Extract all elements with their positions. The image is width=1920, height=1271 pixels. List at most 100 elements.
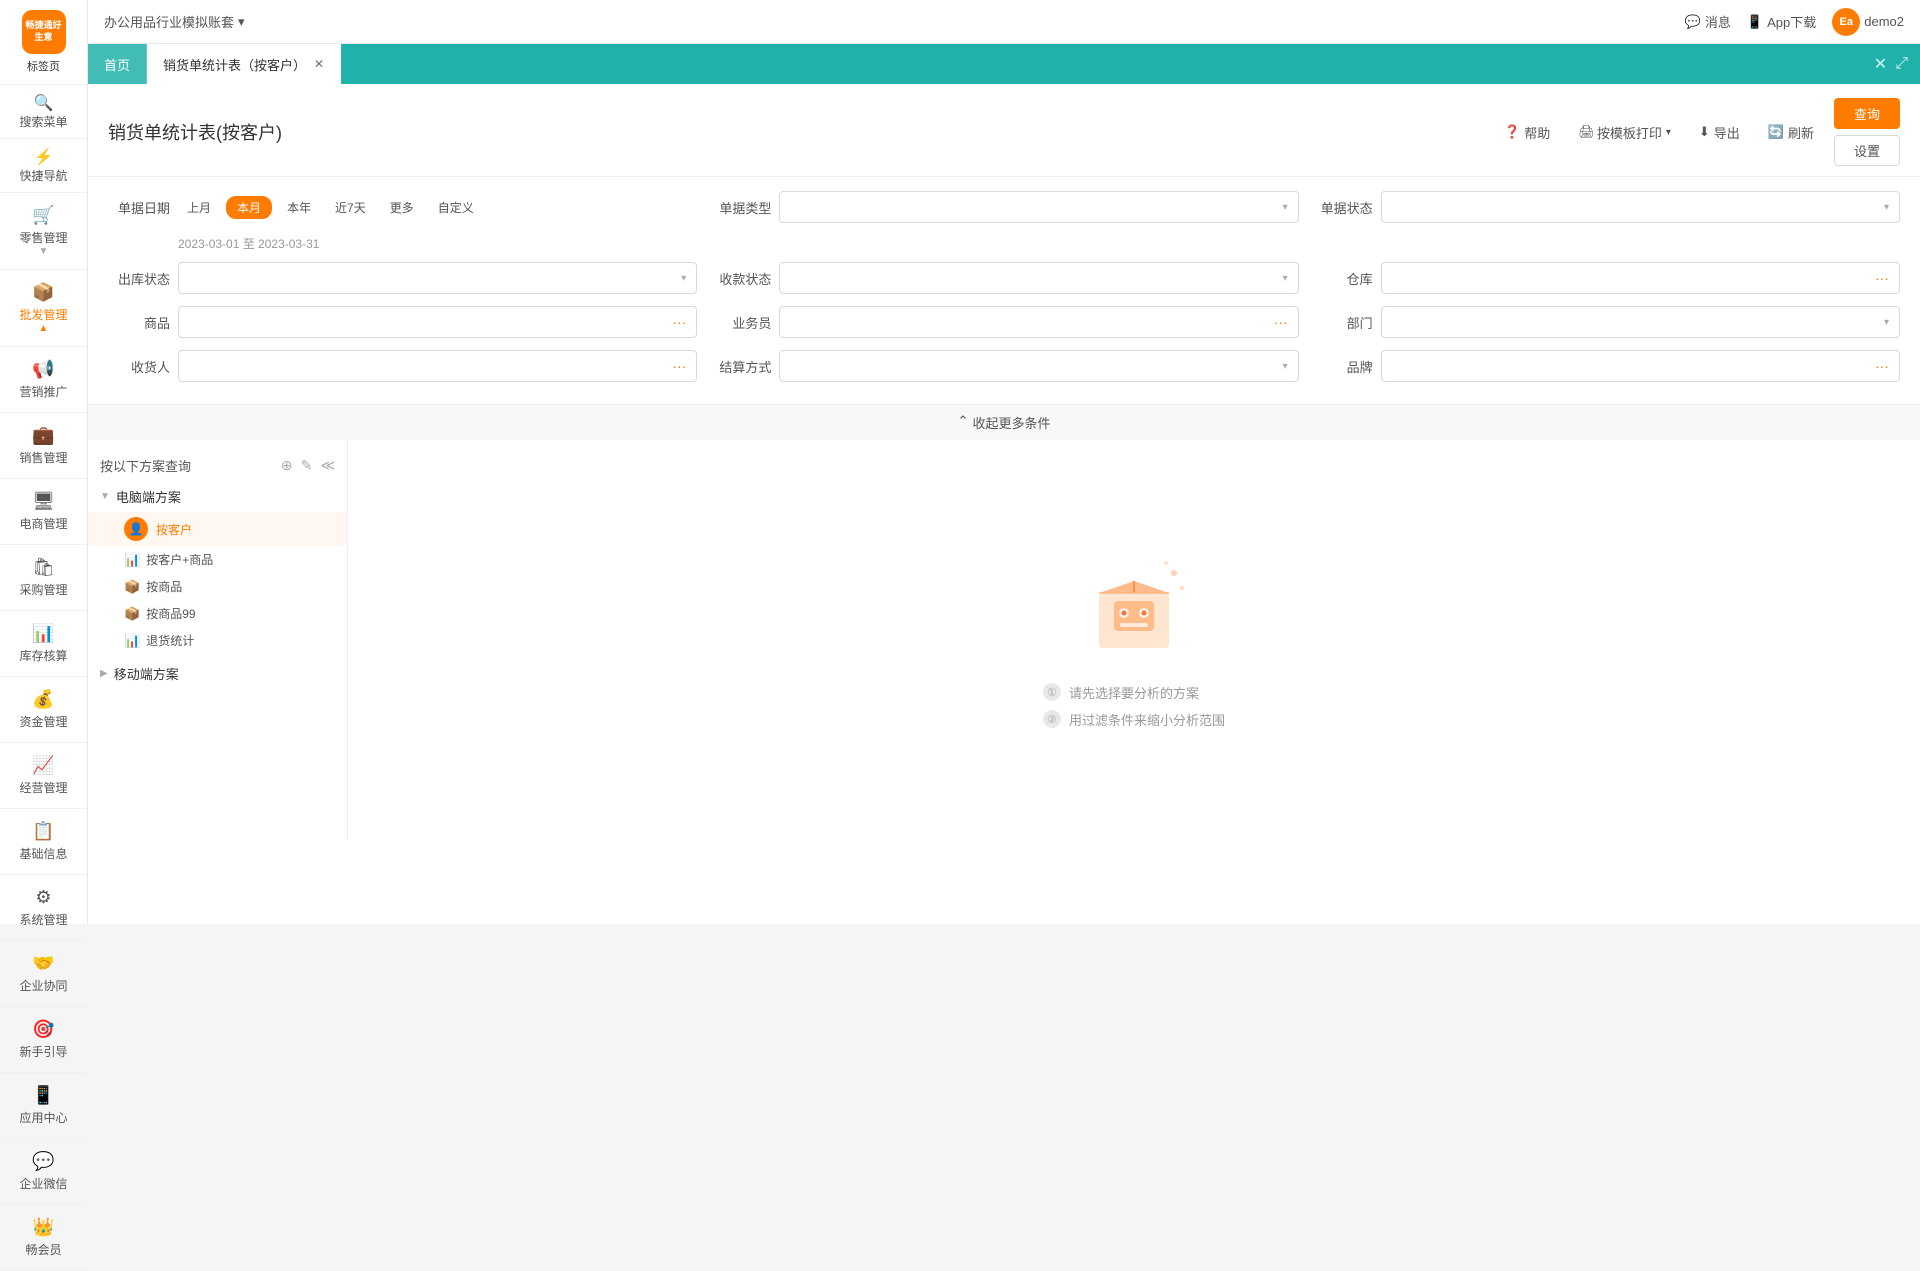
last-month-btn[interactable]: 上月 — [178, 195, 220, 220]
order-status-select[interactable]: ▾ — [1381, 191, 1900, 223]
mobile-arrow: ▶ — [100, 668, 108, 679]
refresh-btn[interactable]: 🔄 刷新 — [1760, 119, 1822, 146]
sidebar-item-ecommerce[interactable]: 🖥 电商管理 — [0, 479, 87, 545]
product-label: 商品 — [108, 313, 178, 332]
date-filter: 单据日期 上月 本月 本年 近7天 更多 自定义 — [108, 195, 697, 220]
brand-ellipsis[interactable]: ··· — [1875, 358, 1889, 374]
finance-icon: 💰 — [32, 689, 54, 710]
sidebar-item-operation[interactable]: 📈 经营管理 — [0, 743, 87, 809]
warehouse-ellipsis[interactable]: ··· — [1875, 270, 1889, 286]
by-customer-product-item[interactable]: 📊 按客户+商品 — [88, 546, 347, 573]
delivery-status-select[interactable]: ▾ — [178, 262, 697, 294]
sidebar-item-retail[interactable]: 🛒 零售管理 ▼ — [0, 193, 87, 270]
app-download-btn[interactable]: 📱 App下载 — [1747, 12, 1816, 31]
help-label: 帮助 — [1524, 123, 1550, 142]
by-customer-item[interactable]: 👤 按客户 — [88, 512, 347, 546]
by-customer-product-icon: 📊 — [124, 552, 140, 568]
left-panel: 按以下方案查询 ⊕ ✎ ≪ ▼ 电脑端方案 👤 按客 — [88, 440, 348, 840]
payment-status-select[interactable]: ▾ — [779, 262, 1298, 294]
recipient-select[interactable]: ··· — [178, 350, 697, 382]
print-dropdown-arrow[interactable]: ▾ — [1666, 127, 1671, 138]
filter-row-4: 收货人 ··· 结算方式 ▾ 品牌 — [108, 350, 1900, 382]
salesperson-ellipsis[interactable]: ··· — [1274, 314, 1288, 330]
this-month-btn[interactable]: 本月 — [226, 196, 272, 219]
tab-sales-stats[interactable]: 销货单统计表（按客户） ✕ — [147, 44, 341, 84]
sidebar-item-marketing[interactable]: 📢 营销推广 — [0, 347, 87, 413]
warehouse-select[interactable]: ··· — [1381, 262, 1900, 294]
last-7-btn[interactable]: 近7天 — [326, 195, 375, 220]
logo-text: 畅捷通好生意 — [22, 20, 66, 43]
add-scheme-icon[interactable]: ⊕ — [281, 457, 293, 474]
desktop-scheme-parent[interactable]: ▼ 电脑端方案 — [88, 481, 347, 512]
setting-button[interactable]: 设置 — [1834, 135, 1900, 166]
left-panel-title: 按以下方案查询 — [100, 456, 191, 475]
sidebar-item-wechat[interactable]: 💬 企业微信 — [0, 1139, 87, 1205]
collapse-panel-icon[interactable]: ≪ — [320, 457, 335, 474]
sidebar-item-system[interactable]: ⚙ 系统管理 — [0, 875, 87, 941]
newbie-icon: 🎯 — [32, 1019, 54, 1040]
date-filter-label: 单据日期 — [108, 198, 178, 217]
username-label: demo2 — [1864, 14, 1904, 29]
this-year-btn[interactable]: 本年 — [278, 195, 320, 220]
industry-dropdown-icon: ▾ — [238, 14, 245, 30]
recipient-ellipsis[interactable]: ··· — [672, 358, 686, 374]
left-panel-actions: ⊕ ✎ ≪ — [281, 457, 335, 474]
sidebar-item-vip[interactable]: 👑 畅会员 — [0, 1205, 87, 1271]
hint-text-1: 请先选择要分析的方案 — [1069, 683, 1199, 702]
help-btn[interactable]: ❓ 帮助 — [1496, 119, 1558, 146]
sidebar-item-finance[interactable]: 💰 资金管理 — [0, 677, 87, 743]
tab-close-all-btn[interactable]: ✕ — [1874, 54, 1887, 74]
sidebar-item-sales-label: 销售管理 — [19, 449, 67, 466]
tab-sales-stats-label: 销货单统计表（按客户） — [163, 55, 306, 74]
shortcut-nav-item[interactable]: ⚡ 快捷导航 — [0, 139, 87, 193]
page-header: 销货单统计表(按客户) ❓ 帮助 🖨 按模板打印 ▾ ⬇ 导出 — [88, 84, 1920, 177]
export-btn[interactable]: ⬇ 导出 — [1691, 119, 1748, 146]
salesperson-select[interactable]: ··· — [779, 306, 1298, 338]
by-product-item[interactable]: 📦 按商品 — [88, 573, 347, 600]
logo-icon: 畅捷通好生意 — [22, 10, 66, 54]
mobile-scheme-parent[interactable]: ▶ 移动端方案 — [88, 658, 347, 689]
product-select[interactable]: ··· — [178, 306, 697, 338]
filter-area: 单据日期 上月 本月 本年 近7天 更多 自定义 单据类型 — [88, 177, 1920, 404]
more-btn[interactable]: 更多 — [381, 195, 423, 220]
sidebar-item-purchase[interactable]: 🛍 采购管理 — [0, 545, 87, 611]
sidebar-item-enterprise[interactable]: 🤝 企业协同 — [0, 941, 87, 1007]
sidebar-item-basic[interactable]: 📋 基础信息 — [0, 809, 87, 875]
brand-select[interactable]: ··· — [1381, 350, 1900, 382]
sidebar-item-sales[interactable]: 💼 销售管理 — [0, 413, 87, 479]
collapse-label: 收起更多条件 — [972, 413, 1050, 432]
tab-home[interactable]: 首页 — [88, 44, 147, 84]
app-download-label: App下载 — [1767, 12, 1816, 31]
empty-hint-1: ① 请先选择要分析的方案 — [1043, 683, 1225, 702]
return-stats-item[interactable]: 📊 退货统计 — [88, 627, 347, 654]
payment-status-arrow: ▾ — [1283, 273, 1288, 284]
sidebar-item-newbie[interactable]: 🎯 新手引导 — [0, 1007, 87, 1073]
message-label: 消息 — [1705, 12, 1731, 31]
product-ellipsis[interactable]: ··· — [672, 314, 686, 330]
avatar-text: Ea — [1840, 16, 1853, 28]
user-profile[interactable]: Ea demo2 — [1832, 8, 1904, 36]
tab-close-icon[interactable]: ✕ — [314, 57, 324, 71]
app-logo: 畅捷通好生意 标签页 — [0, 0, 87, 85]
industry-selector[interactable]: 办公用品行业模拟账套 ▾ — [104, 12, 245, 31]
export-label: 导出 — [1714, 123, 1740, 142]
edit-scheme-icon[interactable]: ✎ — [301, 457, 313, 474]
settlement-select[interactable]: ▾ — [779, 350, 1298, 382]
order-status-filter: 单据状态 ▾ — [1311, 191, 1900, 223]
custom-btn[interactable]: 自定义 — [429, 195, 483, 220]
collapse-bar[interactable]: ⌃ 收起更多条件 — [88, 404, 1920, 440]
search-menu-item[interactable]: 🔍 搜索菜单 — [0, 85, 87, 139]
sidebar-item-wholesale[interactable]: 📦 批发管理 ▲ — [0, 270, 87, 347]
print-btn[interactable]: 🖨 按模板打印 ▾ — [1570, 119, 1679, 146]
by-product-99-item[interactable]: 📦 按商品99 — [88, 600, 347, 627]
tab-expand-btn[interactable]: ⤢ — [1895, 55, 1908, 73]
order-type-select[interactable]: ▾ — [779, 191, 1298, 223]
department-select[interactable]: ▾ — [1381, 306, 1900, 338]
sidebar-item-appstore[interactable]: 📱 应用中心 — [0, 1073, 87, 1139]
message-btn[interactable]: 💬 消息 — [1685, 12, 1731, 31]
industry-label: 办公用品行业模拟账套 — [104, 12, 234, 31]
app-download-icon: 📱 — [1747, 14, 1763, 30]
order-type-label: 单据类型 — [709, 198, 779, 217]
query-button[interactable]: 查询 — [1834, 98, 1900, 129]
sidebar-item-inventory[interactable]: 📊 库存核算 — [0, 611, 87, 677]
